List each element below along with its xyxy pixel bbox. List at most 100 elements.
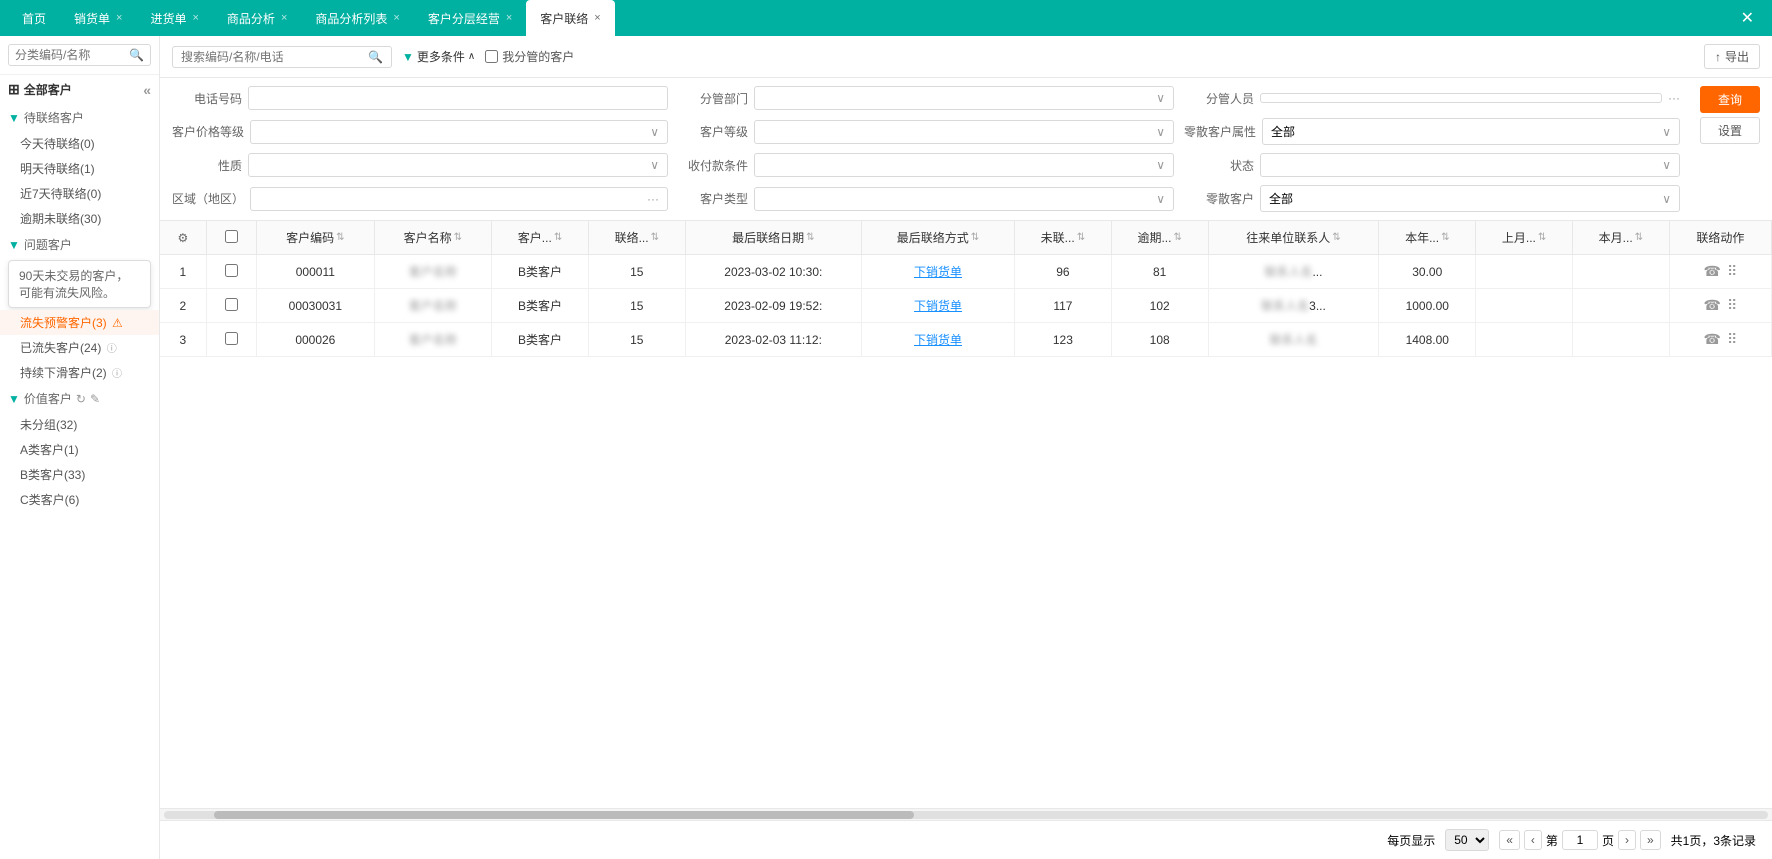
col-year[interactable]: 本年... (1379, 221, 1476, 255)
tab-analysis-close[interactable]: × (281, 12, 287, 24)
price-level-select[interactable]: ∨ (250, 120, 668, 144)
page-size-select[interactable]: 50 (1445, 829, 1489, 851)
col-last-date[interactable]: 最后联络日期 (685, 221, 861, 255)
col-last-method[interactable]: 最后联络方式 (861, 221, 1014, 255)
phone-input[interactable] (248, 86, 668, 110)
window-close-button[interactable]: ✕ (1731, 8, 1764, 28)
sidebar-item-b-class[interactable]: B类客户(33) (0, 462, 159, 487)
sidebar-search-icon[interactable]: 🔍 (129, 48, 144, 62)
sidebar-item-tomorrow[interactable]: 明天待联络(1) (0, 156, 159, 181)
export-button[interactable]: ↑ 导出 (1704, 44, 1760, 69)
code-sort[interactable]: 客户编码 (286, 229, 344, 246)
sidebar-item-7days[interactable]: 近7天待联络(0) (0, 181, 159, 206)
customer-level-select[interactable]: ∨ (754, 120, 1174, 144)
col-checkbox[interactable] (206, 221, 256, 255)
tab-customer-contact-close[interactable]: × (594, 12, 600, 24)
sidebar-group-pending[interactable]: ▼ 待联络客户 (0, 104, 159, 131)
last-page-button[interactable]: » (1640, 830, 1661, 850)
col-name[interactable]: 客户名称 (374, 221, 492, 255)
filter-more-btn[interactable]: ▼ 更多条件 ∧ (402, 48, 475, 65)
next-page-button[interactable]: › (1618, 830, 1636, 850)
col-uncontacted[interactable]: 未联... (1014, 221, 1111, 255)
edit-icon[interactable]: ✎ (90, 392, 100, 406)
page-number-input[interactable] (1562, 830, 1598, 850)
my-customer-check[interactable] (485, 50, 498, 63)
type-sort[interactable]: 客户... (518, 229, 562, 246)
horizontal-scrollbar[interactable] (160, 808, 1772, 820)
col-code[interactable]: 客户编码 (257, 221, 375, 255)
tab-customer-tier-close[interactable]: × (506, 12, 512, 24)
sidebar-all-customers[interactable]: ⊞ 全部客户 « (0, 75, 159, 104)
sidebar-item-churn-warning[interactable]: 流失预警客户(3) ⚠ (0, 310, 159, 335)
person-select[interactable] (1260, 93, 1662, 103)
last-date-sort[interactable]: 最后联络日期 (732, 229, 814, 246)
tab-home[interactable]: 首页 (8, 0, 60, 36)
last-method-sort[interactable]: 最后联络方式 (897, 229, 979, 246)
sidebar-group-value[interactable]: ▼ 价值客户 ↻ ✎ (0, 385, 159, 412)
row-select[interactable] (225, 264, 238, 277)
tab-analysis-list[interactable]: 商品分析列表 × (301, 0, 413, 36)
overdue-sort[interactable]: 逾期... (1137, 229, 1181, 246)
nature-select[interactable]: ∨ (248, 153, 668, 177)
tab-sales-close[interactable]: × (116, 12, 122, 24)
row-checkbox[interactable] (206, 323, 256, 357)
more-actions-icon[interactable]: ⠿ (1727, 297, 1737, 314)
area-more-icon[interactable]: ··· (647, 192, 659, 206)
row-checkbox[interactable] (206, 255, 256, 289)
tab-customer-contact[interactable]: 客户联络 × (526, 0, 614, 36)
more-actions-icon[interactable]: ⠿ (1727, 331, 1737, 348)
settings-button[interactable]: 设置 (1700, 117, 1760, 144)
contact-action-icon[interactable]: ☎ (1704, 297, 1721, 314)
payment-select[interactable]: ∨ (754, 153, 1174, 177)
col-contact-person[interactable]: 往来单位联系人 (1208, 221, 1379, 255)
contact-sort[interactable]: 联络... (615, 229, 659, 246)
tab-analysis[interactable]: 商品分析 × (213, 0, 301, 36)
row-select[interactable] (225, 332, 238, 345)
search-icon[interactable]: 🔍 (368, 50, 383, 64)
sidebar-item-today[interactable]: 今天待联络(0) (0, 131, 159, 156)
customer-type-select[interactable]: ∨ (754, 187, 1174, 211)
col-contact[interactable]: 联络... (588, 221, 685, 255)
uncontacted-sort[interactable]: 未联... (1041, 229, 1085, 246)
first-page-button[interactable]: « (1499, 830, 1520, 850)
contact-action-icon[interactable]: ☎ (1704, 263, 1721, 280)
search-input[interactable] (181, 50, 368, 64)
contact-action-icon[interactable]: ☎ (1704, 331, 1721, 348)
more-actions-icon[interactable]: ⠿ (1727, 263, 1737, 280)
row-checkbox[interactable] (206, 289, 256, 323)
sidebar-item-ungrouped[interactable]: 未分组(32) (0, 412, 159, 437)
year-sort[interactable]: 本年... (1405, 229, 1449, 246)
tab-customer-tier[interactable]: 客户分层经营 × (414, 0, 526, 36)
zero-attr-select[interactable]: 全部 ∨ (1262, 118, 1680, 145)
settings-icon[interactable]: ⚙ (178, 231, 189, 245)
sidebar-group-problem[interactable]: ▼ 问题客户 (0, 231, 159, 258)
tab-purchase-close[interactable]: × (192, 12, 198, 24)
more-icon[interactable]: ··· (1668, 91, 1680, 105)
tab-purchase[interactable]: 进货单 × (136, 0, 212, 36)
sidebar-item-c-class[interactable]: C类客户(6) (0, 487, 159, 512)
sidebar-item-declining[interactable]: 持续下滑客户(2) ⓘ (0, 360, 159, 385)
scrollbar-track[interactable] (164, 811, 1768, 819)
tab-analysis-list-close[interactable]: × (393, 12, 399, 24)
col-overdue[interactable]: 逾期... (1111, 221, 1208, 255)
col-type[interactable]: 客户... (492, 221, 589, 255)
refresh-icon[interactable]: ↻ (76, 392, 86, 406)
dept-select[interactable]: ∨ (754, 86, 1174, 110)
last-month-sort[interactable]: 上月... (1502, 229, 1546, 246)
row-select[interactable] (225, 298, 238, 311)
col-last-month[interactable]: 上月... (1476, 221, 1573, 255)
tab-sales[interactable]: 销货单 × (60, 0, 136, 36)
row-last-method[interactable]: 下销货单 (861, 255, 1014, 289)
scrollbar-thumb[interactable] (214, 811, 914, 819)
zero-retail-select[interactable]: 全部 ∨ (1260, 185, 1680, 212)
collapse-icon[interactable]: « (143, 82, 151, 98)
row-last-method[interactable]: 下销货单 (861, 289, 1014, 323)
col-settings[interactable]: ⚙ (160, 221, 206, 255)
select-all-checkbox[interactable] (225, 230, 238, 243)
area-select[interactable]: ··· (250, 187, 668, 211)
name-sort[interactable]: 客户名称 (404, 229, 462, 246)
sidebar-item-overdue[interactable]: 逾期未联络(30) (0, 206, 159, 231)
sidebar-item-a-class[interactable]: A类客户(1) (0, 437, 159, 462)
sidebar-item-churned[interactable]: 已流失客户(24) ⓘ (0, 335, 159, 360)
col-this-month[interactable]: 本月... (1572, 221, 1669, 255)
